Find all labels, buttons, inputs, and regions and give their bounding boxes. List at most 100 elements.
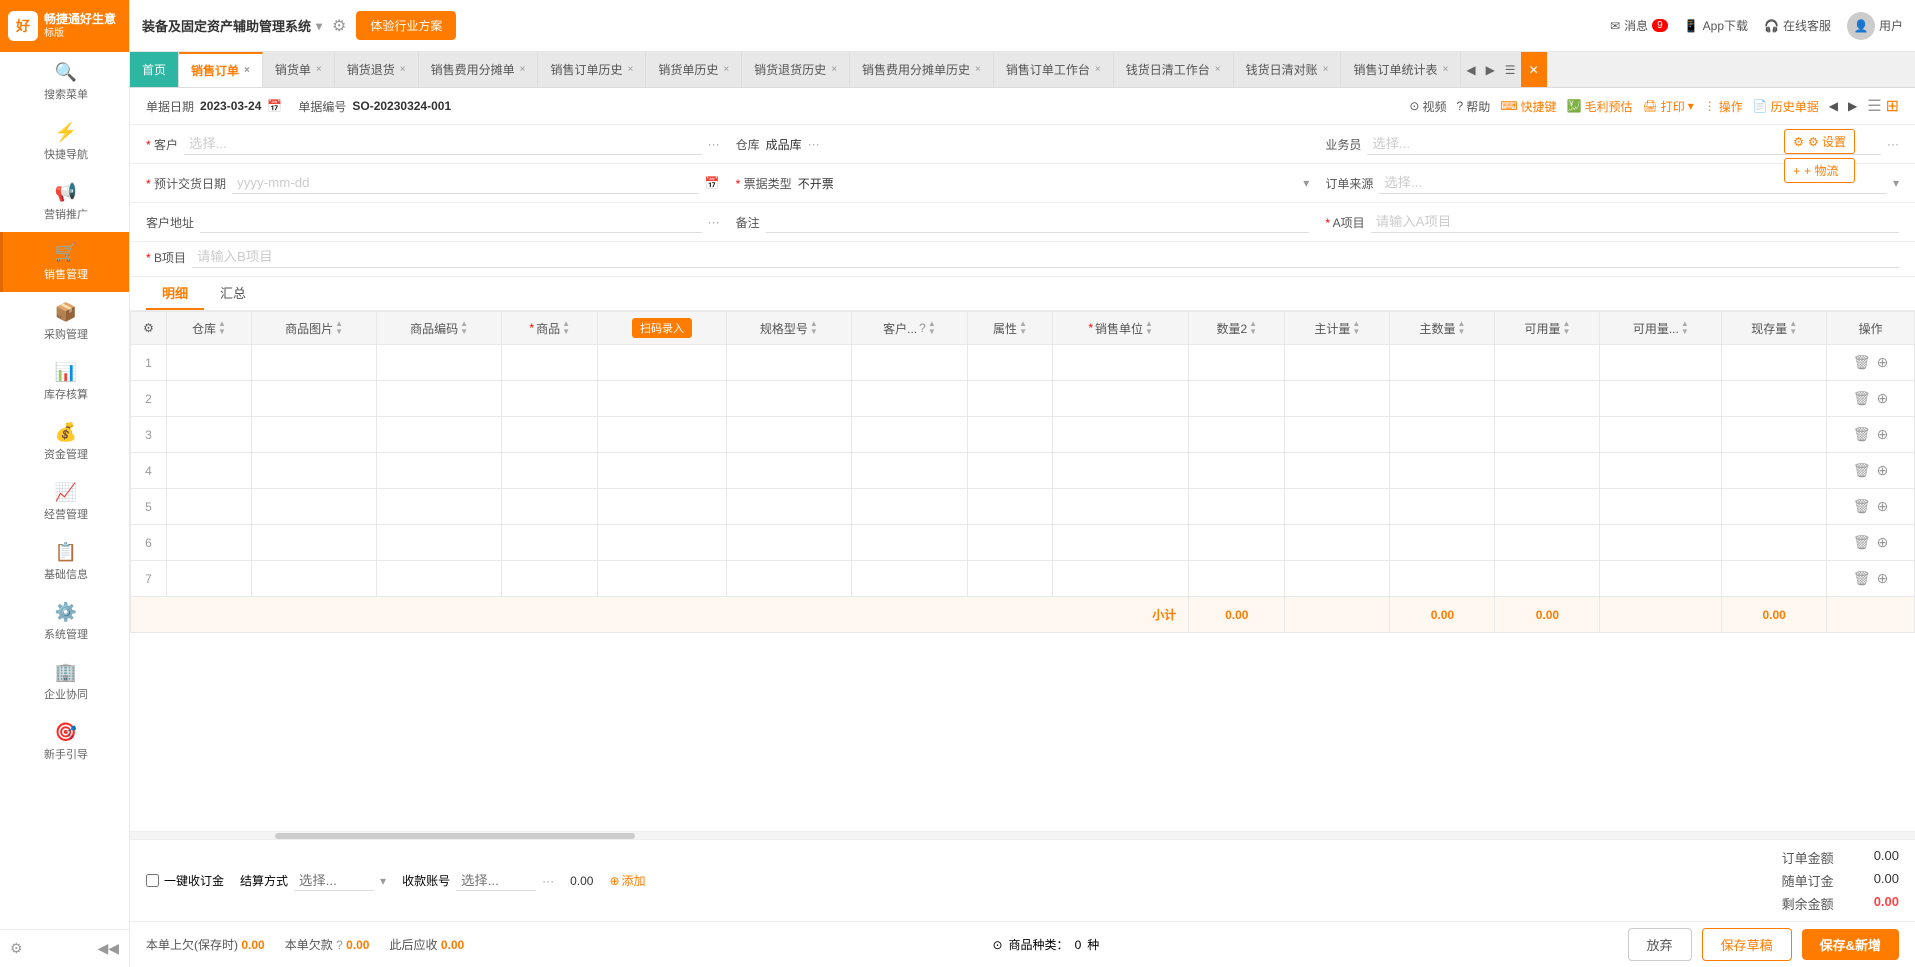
- one-click-checkbox-input[interactable]: [146, 874, 159, 887]
- tab-sales-order-stats[interactable]: 销售订单统计表 ×: [1341, 52, 1461, 87]
- help-btn[interactable]: ? 帮助: [1457, 98, 1491, 115]
- tab-close-icon[interactable]: ×: [1323, 64, 1329, 75]
- tab-menu[interactable]: ☰: [1500, 52, 1521, 87]
- print-btn[interactable]: 🖨 打印 ▾: [1643, 98, 1694, 115]
- customer-input[interactable]: [184, 133, 702, 155]
- tab-sales-expense-history[interactable]: 销售费用分摊单历史 ×: [850, 52, 994, 87]
- collapse-icon[interactable]: ◀◀: [97, 940, 119, 957]
- tab-sales-order-history[interactable]: 销售订单历史 ×: [538, 52, 646, 87]
- tab-sales-refund[interactable]: 销货退货 ×: [335, 52, 419, 87]
- tab-close-icon[interactable]: ×: [723, 64, 729, 75]
- sidebar-item-search[interactable]: 🔍 搜索菜单: [0, 52, 129, 112]
- payment-dropdown-icon[interactable]: ▾: [380, 874, 386, 888]
- nav-next-icon[interactable]: ▶: [1848, 99, 1857, 113]
- sidebar-item-purchase[interactable]: 📦 采购管理: [0, 292, 129, 352]
- account-more-icon[interactable]: ···: [542, 874, 554, 888]
- sidebar-item-guide[interactable]: 🎯 新手引导: [0, 712, 129, 772]
- tab-sales-return-history[interactable]: 销货单历史 ×: [646, 52, 742, 87]
- payment-method-input[interactable]: [294, 871, 374, 891]
- detail-tab-summary[interactable]: 汇总: [204, 277, 262, 310]
- sidebar-item-inventory[interactable]: 📊 库存核算: [0, 352, 129, 412]
- tab-sales-return[interactable]: 销货单 ×: [263, 52, 335, 87]
- settings-floating-btn[interactable]: ⚙ ⚙ 设置: [1784, 129, 1855, 154]
- tab-sales-refund-history[interactable]: 销货退货历史 ×: [742, 52, 850, 87]
- sidebar-item-marketing[interactable]: 📢 营销推广: [0, 172, 129, 232]
- topbar-settings-icon[interactable]: ⚙: [332, 16, 346, 36]
- sidebar-item-quicknav[interactable]: ⚡ 快捷导航: [0, 112, 129, 172]
- address-more-icon[interactable]: ···: [708, 215, 720, 229]
- a-project-input[interactable]: [1371, 211, 1899, 233]
- tab-close-icon[interactable]: ×: [244, 65, 250, 76]
- order-source-dropdown-icon[interactable]: ▾: [1893, 176, 1899, 190]
- row-delete-btn[interactable]: 🗑: [1853, 354, 1871, 371]
- sidebar-item-basicinfo[interactable]: 📋 基础信息: [0, 532, 129, 592]
- tab-close-all[interactable]: ✕: [1521, 52, 1547, 87]
- user-menu[interactable]: 👤 用户: [1847, 12, 1903, 40]
- row-copy-btn[interactable]: ⊕: [1877, 354, 1889, 371]
- row-copy-btn[interactable]: ⊕: [1877, 462, 1889, 479]
- tab-sales-expense-split[interactable]: 销售费用分摊单 ×: [419, 52, 539, 87]
- online-service-button[interactable]: 🎧 在线客服: [1764, 17, 1831, 34]
- delivery-date-input[interactable]: [232, 172, 699, 194]
- tab-close-icon[interactable]: ×: [520, 64, 526, 75]
- one-click-checkbox[interactable]: 一键收订金: [146, 872, 224, 889]
- tab-close-icon[interactable]: ×: [1442, 64, 1448, 75]
- row-delete-btn[interactable]: 🗑: [1853, 498, 1871, 515]
- logistics-floating-btn[interactable]: + + 物流: [1784, 158, 1855, 183]
- customer-address-input[interactable]: [200, 211, 702, 233]
- history-btn[interactable]: 📄 历史单据: [1753, 98, 1819, 115]
- row-delete-btn[interactable]: 🗑: [1853, 570, 1871, 587]
- row-copy-btn[interactable]: ⊕: [1877, 534, 1889, 551]
- notes-input[interactable]: [766, 211, 1310, 233]
- tab-close-icon[interactable]: ×: [1215, 64, 1221, 75]
- row-delete-btn[interactable]: 🗑: [1853, 534, 1871, 551]
- tab-sales-order-workbench[interactable]: 销售订单工作台 ×: [994, 52, 1114, 87]
- tab-next[interactable]: ▶: [1481, 52, 1500, 87]
- sidebar-item-finance[interactable]: 💰 资金管理: [0, 412, 129, 472]
- tab-prev[interactable]: ◀: [1461, 52, 1480, 87]
- row-delete-btn[interactable]: 🗑: [1853, 462, 1871, 479]
- calendar-icon[interactable]: 📅: [267, 99, 282, 113]
- scan-button[interactable]: 扫码录入: [632, 318, 692, 338]
- sidebar-item-system[interactable]: ⚙️ 系统管理: [0, 592, 129, 652]
- account-input[interactable]: [456, 871, 536, 891]
- delivery-calendar-icon[interactable]: 📅: [705, 176, 720, 190]
- row-copy-btn[interactable]: ⊕: [1877, 426, 1889, 443]
- settings-bottom-icon[interactable]: ⚙: [10, 940, 23, 957]
- sidebar-item-sales[interactable]: 🛒 销售管理: [0, 232, 129, 292]
- tab-cash-daily-clear[interactable]: 钱货日清工作台 ×: [1114, 52, 1234, 87]
- add-button[interactable]: ⊕ 添加: [609, 872, 645, 889]
- message-button[interactable]: ✉ 消息 9: [1610, 17, 1668, 34]
- layout-grid-icon[interactable]: ⊞: [1886, 96, 1899, 116]
- row-copy-btn[interactable]: ⊕: [1877, 390, 1889, 407]
- view-btn[interactable]: ⊙ 视频: [1409, 98, 1446, 115]
- row-copy-btn[interactable]: ⊕: [1877, 570, 1889, 587]
- tab-close-icon[interactable]: ×: [831, 64, 837, 75]
- tab-close-icon[interactable]: ×: [400, 64, 406, 75]
- tab-cash-daily-reconcile[interactable]: 钱货日清对账 ×: [1234, 52, 1342, 87]
- tab-close-icon[interactable]: ×: [627, 64, 633, 75]
- solution-button[interactable]: 体验行业方案: [356, 11, 456, 40]
- row-delete-btn[interactable]: 🗑: [1853, 390, 1871, 407]
- save-draft-button[interactable]: 保存草稿: [1702, 928, 1792, 961]
- app-download-button[interactable]: 📱 App下载: [1684, 17, 1748, 34]
- sidebar-item-enterprise[interactable]: 🏢 企业协同: [0, 652, 129, 712]
- profit-btn[interactable]: 💹 毛利预估: [1567, 98, 1633, 115]
- system-dropdown-icon[interactable]: ▾: [316, 19, 322, 33]
- table-scrollbar[interactable]: [130, 831, 1915, 839]
- nav-prev-icon[interactable]: ◀: [1829, 99, 1838, 113]
- invoice-type-dropdown-icon[interactable]: ▾: [1303, 176, 1309, 190]
- sidebar-item-operations[interactable]: 📈 经营管理: [0, 472, 129, 532]
- tab-close-icon[interactable]: ×: [316, 64, 322, 75]
- tab-home[interactable]: 首页: [130, 52, 179, 87]
- operations-btn[interactable]: ⋮ 操作: [1704, 98, 1743, 115]
- tab-close-icon[interactable]: ×: [975, 64, 981, 75]
- tab-sales-order[interactable]: 销售订单 ×: [179, 52, 263, 87]
- layout-list-icon[interactable]: ☰: [1867, 96, 1881, 116]
- detail-tab-detail[interactable]: 明细: [146, 277, 204, 310]
- customer-more-icon[interactable]: ···: [708, 137, 720, 151]
- warehouse-more-icon[interactable]: ···: [808, 137, 820, 151]
- save-new-button[interactable]: 保存&新增: [1802, 929, 1899, 960]
- th-settings[interactable]: ⚙: [131, 312, 167, 345]
- salesperson-more-icon[interactable]: ···: [1887, 137, 1899, 151]
